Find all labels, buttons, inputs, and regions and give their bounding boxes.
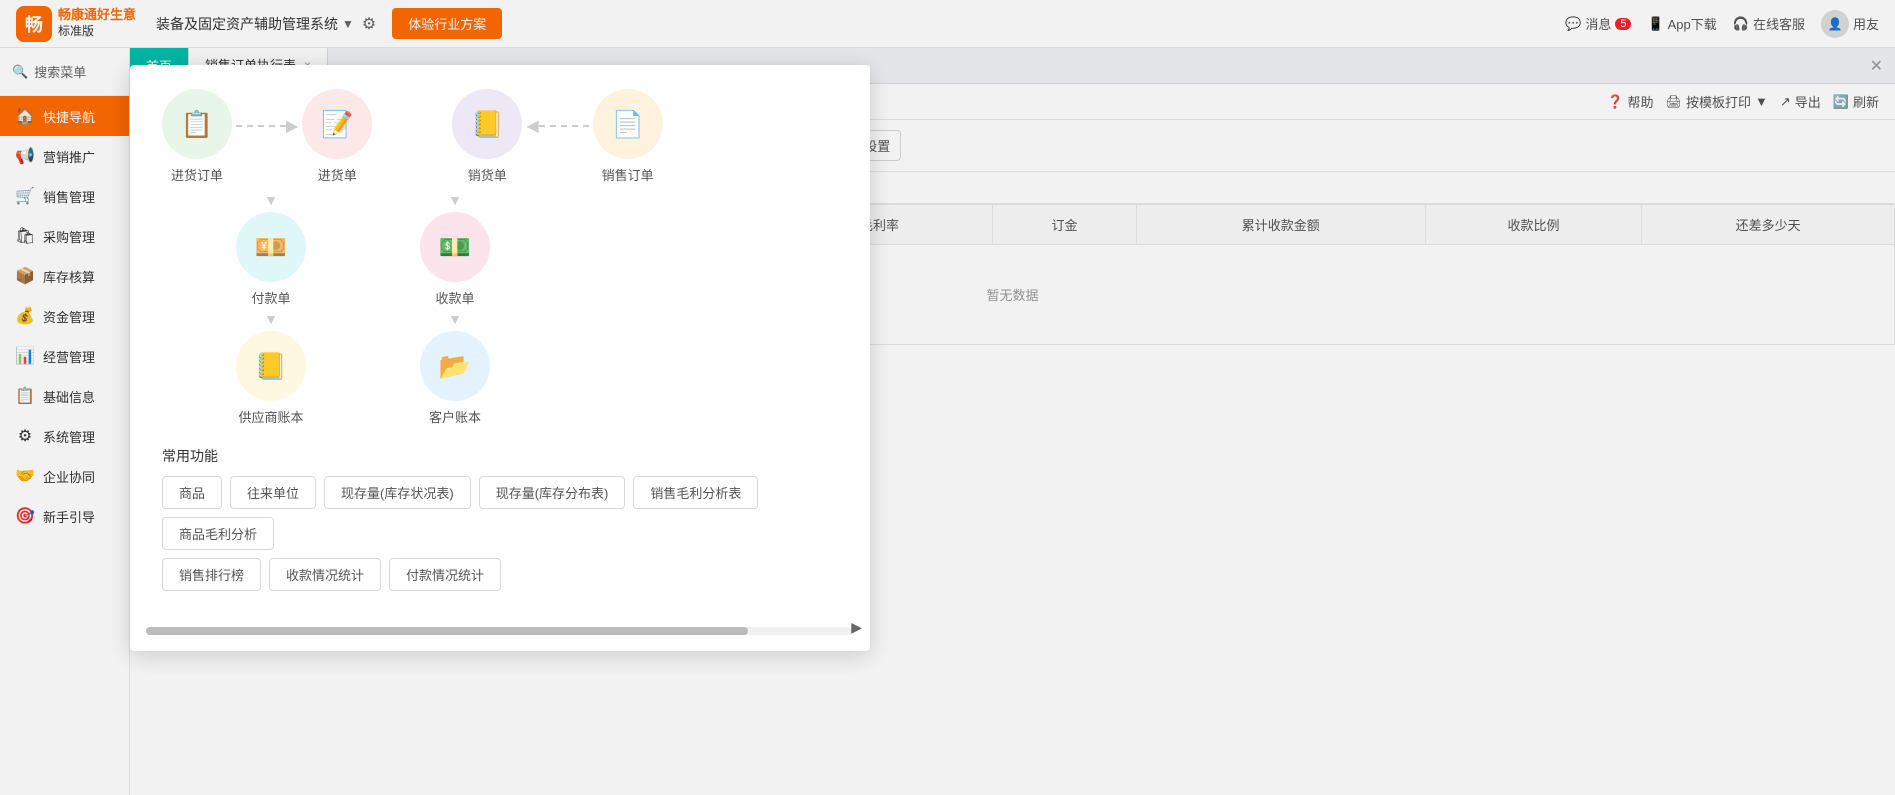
- sales-receipt-icon: 📒: [471, 109, 503, 140]
- purchase-order-circle: 📋: [162, 89, 232, 159]
- flow-payment-slip[interactable]: 💴 付款单: [236, 212, 306, 307]
- quick-nav-modal: 📋 进货订单 ▶ 📝 进货单: [130, 65, 870, 651]
- func-btn-stock-dist[interactable]: 现存量(库存分布表): [479, 476, 626, 509]
- func-btn-product[interactable]: 商品: [162, 476, 222, 509]
- sales-order-circle: 📄: [593, 89, 663, 159]
- func-btns-row1: 商品 往来单位 现存量(库存状况表) 现存量(库存分布表) 销售毛利分析表 商品…: [162, 476, 838, 550]
- sales-receipt-col: ▼ 💵 收款单 ▼ 📂 客户账本: [420, 192, 490, 426]
- supplier-ledger-label: 供应商账本: [238, 407, 303, 426]
- purchase-receipt-icon: 📝: [321, 109, 353, 140]
- customer-ledger-circle: 📂: [420, 331, 490, 401]
- scroll-right-arrow[interactable]: ▶: [851, 619, 862, 636]
- func-btn-sales-profit[interactable]: 销售毛利分析表: [633, 476, 758, 509]
- receipt-slip-circle: 💵: [420, 212, 490, 282]
- arrow-sales-order-to-receipt: ◀: [526, 116, 588, 136]
- receipt-slip-label: 收款单: [435, 288, 474, 307]
- arrow-purchase-to-receipt: ▶: [236, 116, 298, 136]
- customer-ledger-label: 客户账本: [429, 407, 481, 426]
- sales-receipt-label: 销货单: [468, 165, 507, 184]
- payment-slip-circle: 💴: [236, 212, 306, 282]
- purchase-receipt-col: ▼ 💴 付款单 ▼ 📒: [236, 192, 306, 426]
- sales-order-label: 销售订单: [602, 165, 654, 184]
- arrow-down-receipt-slip: ▼: [448, 192, 462, 208]
- func-btn-contacts[interactable]: 往来单位: [230, 476, 316, 509]
- func-btns-row2: 销售排行榜 收款情况统计 付款情况统计: [162, 558, 838, 591]
- arrow-down-supplier: ▼: [264, 311, 278, 327]
- purchase-receipt-label: 进货单: [318, 165, 357, 184]
- sales-order-icon: 📄: [611, 109, 643, 140]
- sales-receipt-circle: 📒: [452, 89, 522, 159]
- modal-overlay: 📋 进货订单 ▶ 📝 进货单: [0, 0, 1895, 795]
- flow-customer-ledger[interactable]: 📂 客户账本: [420, 331, 490, 426]
- receipt-slip-icon: 💵: [439, 232, 471, 263]
- app-container: 畅 畅康通好生意 标准版 装备及固定资产辅助管理系统 ▼ ⚙ 体验行业方案 💬 …: [0, 0, 1895, 795]
- flow-purchase-receipt[interactable]: 📝 进货单: [302, 89, 372, 184]
- flow-middle: ▼ 💴 付款单 ▼ 📒: [162, 192, 838, 426]
- flow-sales-order[interactable]: 📄 销售订单: [593, 89, 663, 184]
- flow-row-1: 📋 进货订单 ▶ 📝 进货单: [162, 89, 838, 184]
- purchase-order-icon: 📋: [181, 109, 213, 140]
- func-btn-product-profit[interactable]: 商品毛利分析: [162, 517, 274, 550]
- modal-content: 📋 进货订单 ▶ 📝 进货单: [130, 65, 870, 615]
- purchase-receipt-circle: 📝: [302, 89, 372, 159]
- func-btn-stock-status[interactable]: 现存量(库存状况表): [324, 476, 471, 509]
- customer-ledger-icon: 📂: [439, 351, 471, 382]
- arrow-down-payment: ▼: [264, 192, 278, 208]
- payment-slip-label: 付款单: [251, 288, 290, 307]
- func-btn-payment-stats[interactable]: 付款情况统计: [389, 558, 501, 591]
- modal-scrollbar[interactable]: [146, 627, 854, 635]
- supplier-ledger-icon: 📒: [255, 351, 287, 382]
- common-funcs-title: 常用功能: [162, 446, 838, 466]
- func-btn-sales-rank[interactable]: 销售排行榜: [162, 558, 261, 591]
- func-btn-receipt-stats[interactable]: 收款情况统计: [269, 558, 381, 591]
- arrow-down-customer: ▼: [448, 311, 462, 327]
- modal-scrollbar-thumb: [146, 627, 748, 635]
- flow-supplier-ledger[interactable]: 📒 供应商账本: [236, 331, 306, 426]
- flow-purchase-order[interactable]: 📋 进货订单: [162, 89, 232, 184]
- supplier-ledger-circle: 📒: [236, 331, 306, 401]
- modal-scrollbar-container: ▶: [130, 615, 870, 651]
- flow-receipt-slip[interactable]: 💵 收款单: [420, 212, 490, 307]
- payment-slip-icon: 💴: [255, 232, 287, 263]
- flow-sales-receipt[interactable]: 📒 销货单: [452, 89, 522, 184]
- common-functions: 常用功能 商品 往来单位 现存量(库存状况表) 现存量(库存分布表) 销售毛利分…: [162, 446, 838, 591]
- purchase-order-label: 进货订单: [171, 165, 223, 184]
